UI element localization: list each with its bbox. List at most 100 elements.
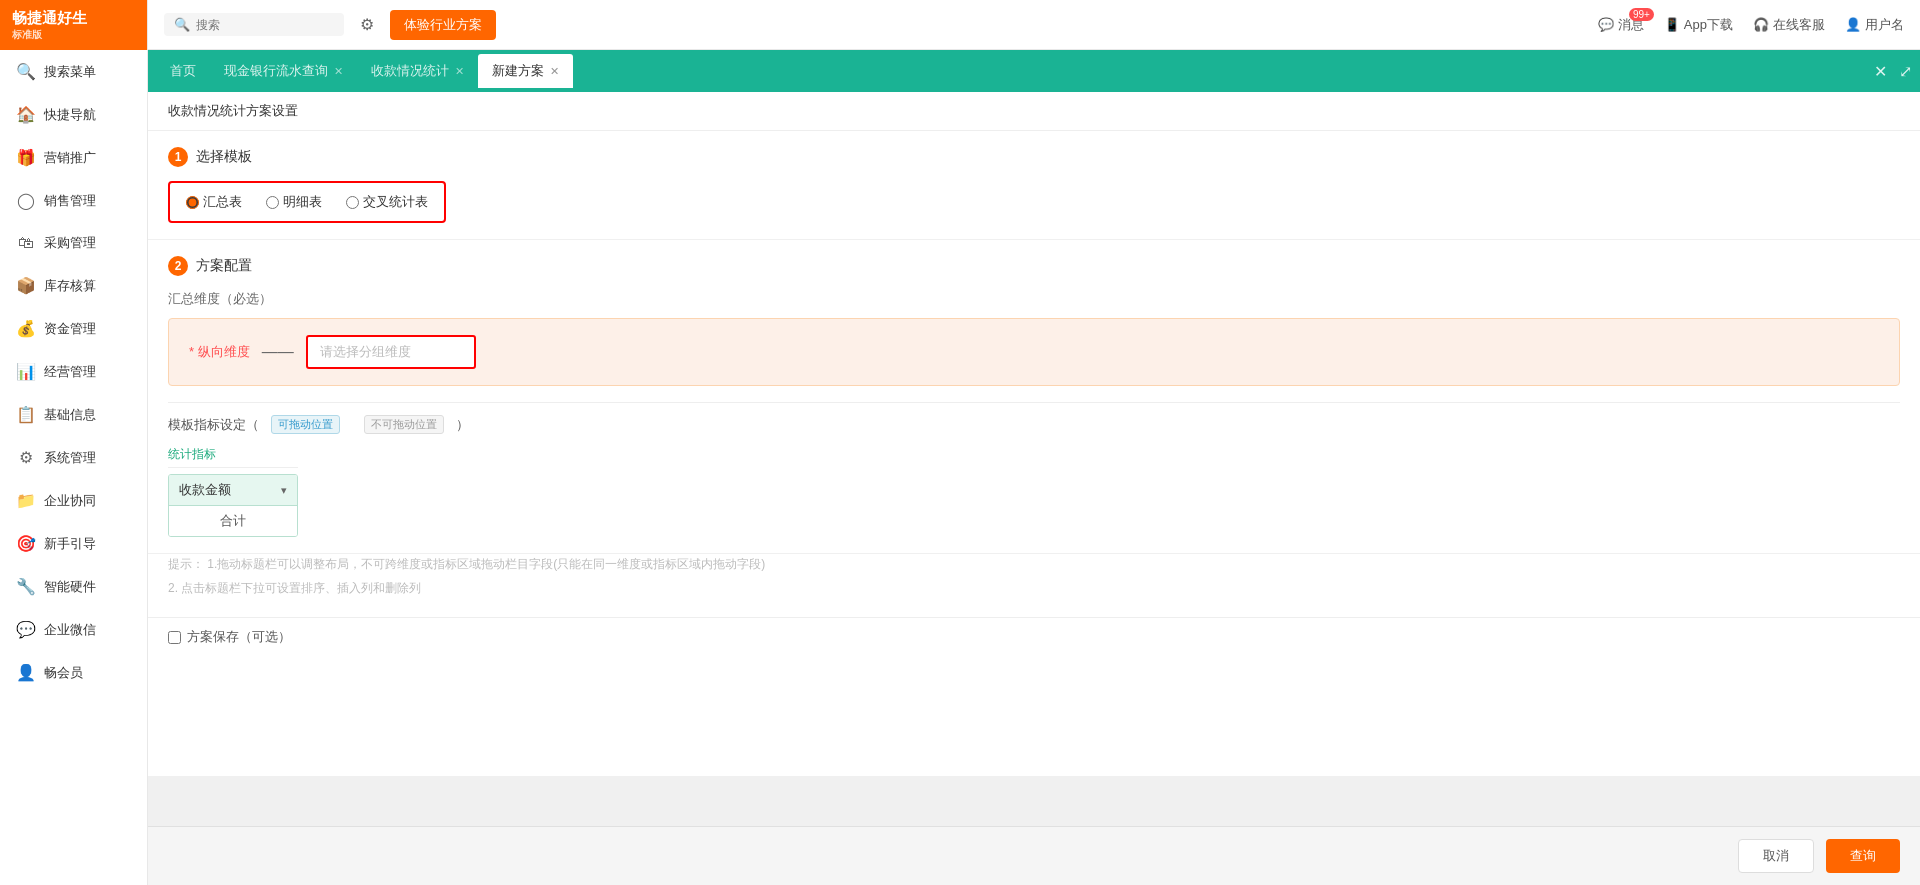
tab-home[interactable]: 首页 <box>156 54 210 88</box>
radio-summary-input[interactable] <box>186 196 199 209</box>
sidebar-item-label: 库存核算 <box>44 277 96 295</box>
cancel-button[interactable]: 取消 <box>1738 839 1814 873</box>
operation-icon: 📊 <box>16 362 36 381</box>
metrics-box: 收款金额 ▾ 合计 <box>168 474 298 537</box>
dimension-row: 纵向维度 —— 请选择分组维度 <box>189 335 1879 369</box>
trial-button[interactable]: 体验行业方案 <box>390 10 496 40</box>
sidebar-item-label: 畅会员 <box>44 664 83 682</box>
sidebar-item-marketing[interactable]: 🎁 营销推广 <box>0 136 147 179</box>
page-header: 收款情况统计方案设置 <box>148 92 1920 131</box>
sidebar-item-label: 采购管理 <box>44 234 96 252</box>
sidebar-item-wechat[interactable]: 💬 企业微信 <box>0 608 147 651</box>
sidebar-item-newbie[interactable]: 🎯 新手引导 <box>0 522 147 565</box>
sidebar-item-label: 营销推广 <box>44 149 96 167</box>
radio-detail[interactable]: 明细表 <box>266 193 322 211</box>
main-area: 🔍 ⚙ 体验行业方案 💬 消息 99+ 📱 App下载 🎧 在线客服 👤 用户名 <box>148 0 1920 885</box>
dimension-subtitle: 汇总维度（必选） <box>168 290 1900 308</box>
tab-expand-icon[interactable]: ⤢ <box>1899 62 1912 81</box>
save-option[interactable]: 方案保存（可选） <box>168 628 291 646</box>
enterprise-icon: 📁 <box>16 491 36 510</box>
sidebar-item-system[interactable]: ⚙ 系统管理 <box>0 436 147 479</box>
sidebar-item-smart-hw[interactable]: 🔧 智能硬件 <box>0 565 147 608</box>
sidebar-item-inventory[interactable]: 📦 库存核算 <box>0 264 147 307</box>
user-info[interactable]: 👤 用户名 <box>1845 16 1904 34</box>
step2-header: 2 方案配置 <box>168 256 1900 276</box>
dimension-area: 纵向维度 —— 请选择分组维度 <box>168 318 1900 386</box>
tab-new-scheme[interactable]: 新建方案 ✕ <box>478 54 573 88</box>
username-label: 用户名 <box>1865 16 1904 34</box>
search-input[interactable] <box>196 18 326 32</box>
finance-icon: 💰 <box>16 319 36 338</box>
sales-icon: ◯ <box>16 191 36 210</box>
radio-cross[interactable]: 交叉统计表 <box>346 193 428 211</box>
purchase-icon: 🛍 <box>16 234 36 252</box>
tab-bar: 首页 现金银行流水查询 ✕ 收款情况统计 ✕ 新建方案 ✕ ✕ ⤢ <box>148 50 1920 92</box>
tab-new-scheme-close[interactable]: ✕ <box>550 65 559 78</box>
tab-bank-flow[interactable]: 现金银行流水查询 ✕ <box>210 54 357 88</box>
sidebar-item-purchase[interactable]: 🛍 采购管理 <box>0 222 147 264</box>
sidebar-item-search-menu[interactable]: 🔍 搜索菜单 <box>0 50 147 93</box>
badge-movable: 可拖动位置 <box>271 415 340 434</box>
metrics-title: 模板指标设定（ <box>168 416 259 434</box>
sidebar-item-label: 经营管理 <box>44 363 96 381</box>
hint-line-2: 2. 点击标题栏下拉可设置排序、插入列和删除列 <box>168 578 1900 600</box>
chevron-down-icon[interactable]: ▾ <box>281 484 287 497</box>
tab-collection-stat-label: 收款情况统计 <box>371 62 449 80</box>
tab-collection-stat[interactable]: 收款情况统计 ✕ <box>357 54 478 88</box>
user-avatar-icon: 👤 <box>1845 17 1861 32</box>
metrics-area: 统计指标 收款金额 ▾ 合计 <box>168 446 1900 537</box>
sidebar-item-base-info[interactable]: 📋 基础信息 <box>0 393 147 436</box>
settings-icon[interactable]: ⚙ <box>360 15 374 34</box>
save-checkbox[interactable] <box>168 631 181 644</box>
metrics-close-paren: ） <box>456 416 469 434</box>
page-title: 收款情况统计方案设置 <box>168 103 298 118</box>
dimension-select[interactable]: 请选择分组维度 <box>306 335 476 369</box>
save-label: 方案保存（可选） <box>187 628 291 646</box>
sidebar-item-finance[interactable]: 💰 资金管理 <box>0 307 147 350</box>
download-icon: 📱 <box>1664 17 1680 32</box>
radio-cross-input[interactable] <box>346 196 359 209</box>
download-label: App下载 <box>1684 16 1733 34</box>
tab-bank-flow-close[interactable]: ✕ <box>334 65 343 78</box>
hint-line-1: 提示： 1.拖动标题栏可以调整布局，不可跨维度或指标区域拖动栏目字段(只能在同一… <box>168 554 1900 576</box>
sidebar-item-label: 企业协同 <box>44 492 96 510</box>
inventory-icon: 📦 <box>16 276 36 295</box>
bottom-actions: 取消 查询 <box>148 826 1920 885</box>
dimension-arrow: —— <box>262 343 294 361</box>
vertical-label: 纵向维度 <box>189 343 250 361</box>
content-panel: 收款情况统计方案设置 1 选择模板 汇总表 明细表 <box>148 92 1920 776</box>
app-download[interactable]: 📱 App下载 <box>1664 16 1733 34</box>
step1-section: 1 选择模板 汇总表 明细表 交叉统计表 <box>148 131 1920 240</box>
metrics-group-label: 统计指标 <box>168 446 298 468</box>
topbar-right: 💬 消息 99+ 📱 App下载 🎧 在线客服 👤 用户名 <box>1598 16 1904 34</box>
tab-close-all-icon[interactable]: ✕ <box>1874 62 1887 81</box>
step1-header: 1 选择模板 <box>168 147 1900 167</box>
service-label: 在线客服 <box>1773 16 1825 34</box>
step2-number: 2 <box>168 256 188 276</box>
gift-icon: 🎁 <box>16 148 36 167</box>
sidebar-item-label: 快捷导航 <box>44 106 96 124</box>
online-service[interactable]: 🎧 在线客服 <box>1753 16 1825 34</box>
sidebar-item-label: 新手引导 <box>44 535 96 553</box>
radio-detail-input[interactable] <box>266 196 279 209</box>
sidebar-item-member[interactable]: 👤 畅会员 <box>0 651 147 694</box>
metrics-group: 统计指标 收款金额 ▾ 合计 <box>168 446 298 537</box>
service-icon: 🎧 <box>1753 17 1769 32</box>
search-bar[interactable]: 🔍 <box>164 13 344 36</box>
radio-summary[interactable]: 汇总表 <box>186 193 242 211</box>
search-menu-icon: 🔍 <box>16 62 36 81</box>
tab-collection-stat-close[interactable]: ✕ <box>455 65 464 78</box>
sidebar-item-enterprise[interactable]: 📁 企业协同 <box>0 479 147 522</box>
notification-badge[interactable]: 💬 消息 99+ <box>1598 16 1644 34</box>
tab-new-scheme-label: 新建方案 <box>492 62 544 80</box>
sidebar-item-operation[interactable]: 📊 经营管理 <box>0 350 147 393</box>
metrics-box-title: 收款金额 <box>179 481 231 499</box>
step1-number: 1 <box>168 147 188 167</box>
query-button[interactable]: 查询 <box>1826 839 1900 873</box>
tab-bank-flow-label: 现金银行流水查询 <box>224 62 328 80</box>
sidebar-item-sales[interactable]: ◯ 销售管理 <box>0 179 147 222</box>
sidebar-item-label: 资金管理 <box>44 320 96 338</box>
sidebar-item-quick-nav[interactable]: 🏠 快捷导航 <box>0 93 147 136</box>
radio-cross-label: 交叉统计表 <box>363 193 428 211</box>
topbar: 🔍 ⚙ 体验行业方案 💬 消息 99+ 📱 App下载 🎧 在线客服 👤 用户名 <box>148 0 1920 50</box>
